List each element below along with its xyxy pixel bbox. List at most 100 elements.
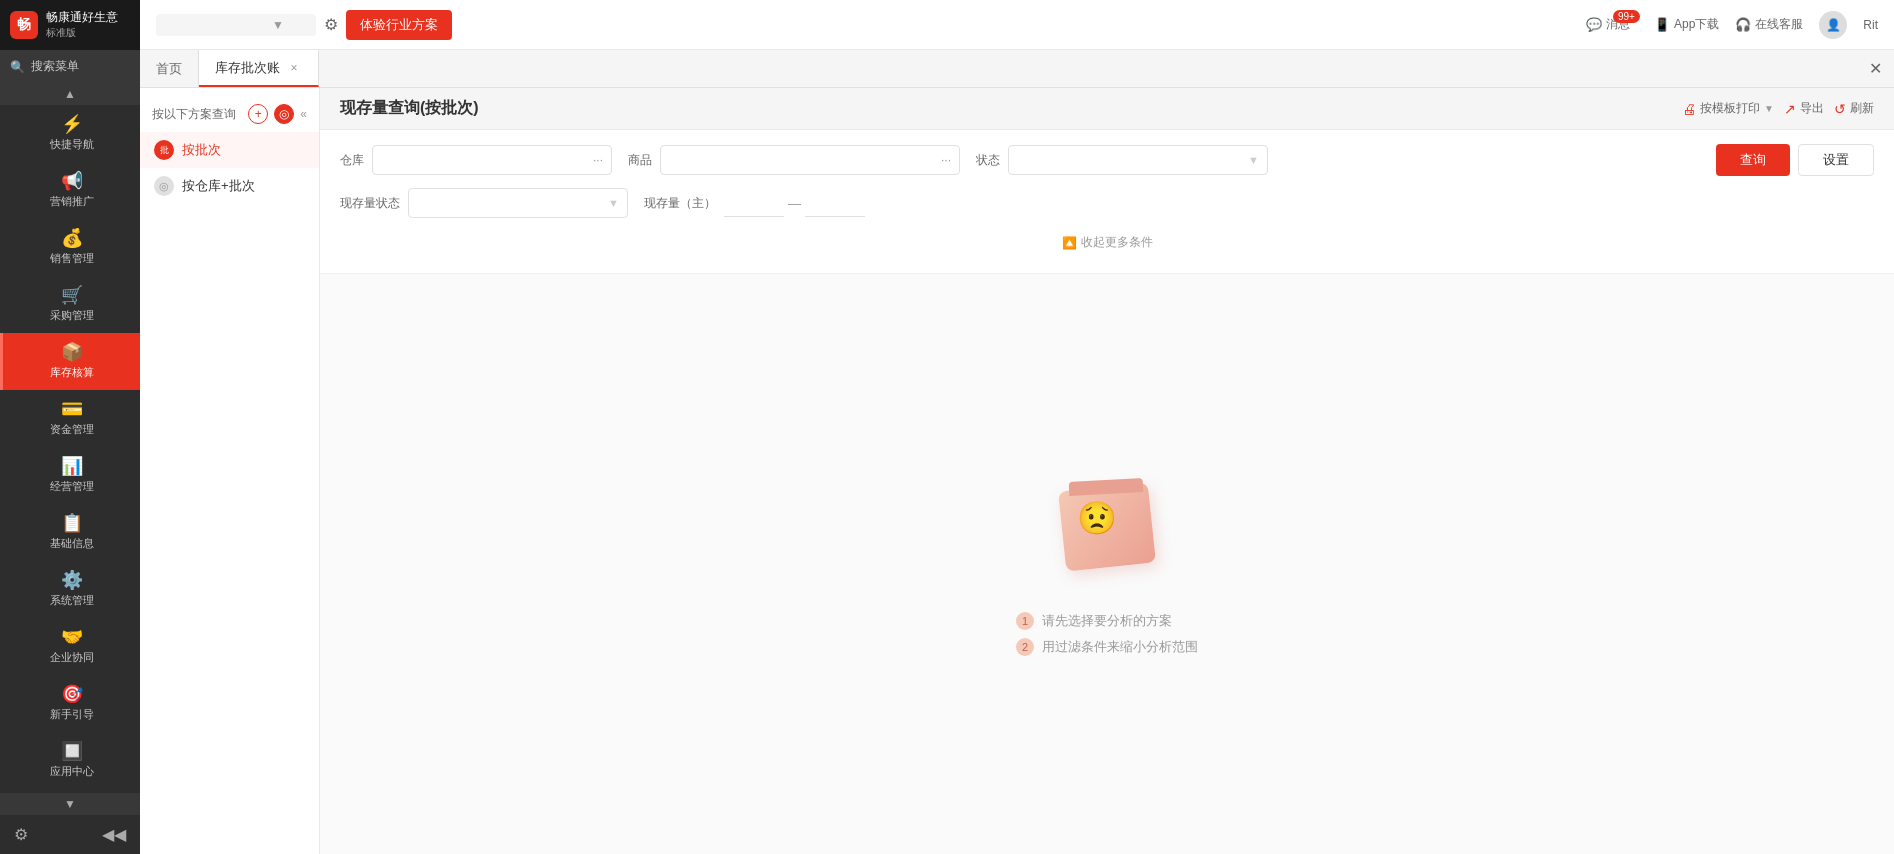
nav-label-purchase: 采购管理 xyxy=(50,308,94,323)
scheme-query-label: 按以下方案查询 xyxy=(152,106,236,123)
empty-hint-2: 2 用过滤条件来缩小分析范围 xyxy=(1016,638,1198,656)
sidebar-item-system[interactable]: ⚙️ 系统管理 xyxy=(0,561,140,618)
tab-panel-close-btn[interactable]: ✕ xyxy=(1857,59,1894,78)
right-content: 现存量查询(按批次) 🖨 按模板打印 ▼ ↗ 导出 ↺ 刷新 xyxy=(320,88,1894,854)
print-chevron-icon[interactable]: ▼ xyxy=(1764,103,1774,114)
add-scheme-btn[interactable]: + xyxy=(248,104,268,124)
settings-button[interactable]: 设置 xyxy=(1798,144,1874,176)
search-menu-label: 搜索菜单 xyxy=(31,58,79,75)
sidebar-item-marketing[interactable]: 📢 营销推广 xyxy=(0,162,140,219)
online-service-btn[interactable]: 🎧 在线客服 xyxy=(1735,16,1803,33)
sidebar-scroll-down[interactable]: ▼ xyxy=(0,793,140,815)
topbar-right: 💬 消息 99+ 📱 App下载 🎧 在线客服 👤 Rit xyxy=(1586,11,1878,39)
status-chevron-icon: ▼ xyxy=(1248,154,1259,166)
warehouse-input-box[interactable]: ··· xyxy=(372,145,612,175)
message-btn[interactable]: 💬 消息 99+ xyxy=(1586,16,1630,33)
qty-range: — xyxy=(724,189,884,217)
nav-label-operation: 经营管理 xyxy=(50,479,94,494)
sidebar-item-inventory[interactable]: 📦 库存核算 xyxy=(0,333,140,390)
scheme-by-warehouse-batch[interactable]: ◎ 按仓库+批次 xyxy=(140,168,319,204)
sidebar: 畅 畅康通好生意 标准版 🔍 搜索菜单 ▲ ⚡ 快捷导航 📢 营销推广 💰 销售… xyxy=(0,0,140,854)
collapse-panel-btn[interactable]: « xyxy=(300,107,307,121)
inventory-status-select[interactable]: ▼ xyxy=(408,188,628,218)
inventory-qty-filter-block: 现存量（主） — xyxy=(644,189,884,217)
refresh-icon: ↺ xyxy=(1834,101,1846,117)
message-badge: 99+ xyxy=(1613,10,1640,23)
basic-icon: 📋 xyxy=(61,514,83,532)
app-brand: 畅康通好生意 标准版 xyxy=(46,10,118,40)
warehouse-input[interactable] xyxy=(381,153,593,167)
phone-icon: 📱 xyxy=(1654,17,1670,32)
tab-home[interactable]: 首页 xyxy=(140,50,199,87)
refresh-btn[interactable]: ↺ 刷新 xyxy=(1834,100,1874,117)
app-logo: 畅 xyxy=(10,11,38,39)
target-scheme-btn[interactable]: ◎ xyxy=(274,104,294,124)
nav-label-inventory: 库存核算 xyxy=(50,365,94,380)
qty-max-input[interactable] xyxy=(805,189,865,217)
headset-icon: 🎧 xyxy=(1735,17,1751,32)
query-action-group: 查询 设置 xyxy=(1716,144,1874,176)
page-header: 现存量查询(按批次) 🖨 按模板打印 ▼ ↗ 导出 ↺ 刷新 xyxy=(320,88,1894,130)
empty-hint-1: 1 请先选择要分析的方案 xyxy=(1016,612,1172,630)
topbar-search-input[interactable] xyxy=(166,18,266,32)
topbar: ▼ ⚙ 体验行业方案 💬 消息 99+ 📱 App下载 🎧 在线客服 👤 Rit xyxy=(140,0,1894,50)
purchase-icon: 🛒 xyxy=(61,286,83,304)
inventory-icon: 📦 xyxy=(61,343,83,361)
sidebar-search[interactable]: 🔍 搜索菜单 xyxy=(0,50,140,83)
sidebar-item-basic[interactable]: 📋 基础信息 xyxy=(0,504,140,561)
finance-icon: 💳 xyxy=(61,400,83,418)
sidebar-item-sales[interactable]: 💰 销售管理 xyxy=(0,219,140,276)
warehouse-more-icon[interactable]: ··· xyxy=(593,153,603,167)
goods-input[interactable] xyxy=(669,153,941,167)
topbar-chevron-icon[interactable]: ▼ xyxy=(272,18,284,32)
sidebar-scroll-up[interactable]: ▲ xyxy=(0,83,140,105)
sales-icon: 💰 xyxy=(61,229,83,247)
export-label: 导出 xyxy=(1800,100,1824,117)
topbar-gear-icon[interactable]: ⚙ xyxy=(324,15,338,34)
scheme-batch-label: 按批次 xyxy=(182,141,221,159)
status-label: 状态 xyxy=(976,152,1000,169)
qty-min-input[interactable] xyxy=(724,189,784,217)
hint-num-2: 2 xyxy=(1016,638,1034,656)
collapse-sidebar-icon[interactable]: ◀◀ xyxy=(102,825,126,844)
sidebar-footer: ⚙ ◀◀ xyxy=(0,815,140,854)
goods-more-icon[interactable]: ··· xyxy=(941,153,951,167)
collapse-filters-btn[interactable]: 🔼 收起更多条件 xyxy=(340,226,1874,259)
quick-nav-icon: ⚡ xyxy=(61,115,83,133)
sidebar-item-app-center[interactable]: 🔲 应用中心 xyxy=(0,732,140,789)
inventory-status-filter-block: 现存量状态 ▼ xyxy=(340,188,628,218)
export-btn[interactable]: ↗ 导出 xyxy=(1784,100,1824,117)
status-select[interactable]: ▼ xyxy=(1008,145,1268,175)
tab-inventory-batch[interactable]: 库存批次账 × xyxy=(199,50,319,87)
inventory-qty-label: 现存量（主） xyxy=(644,195,716,212)
goods-input-box[interactable]: ··· xyxy=(660,145,960,175)
sidebar-item-enterprise[interactable]: 🤝 企业协同 xyxy=(0,618,140,675)
sidebar-item-newbie[interactable]: 🎯 新手引导 xyxy=(0,675,140,732)
print-btn[interactable]: 🖨 按模板打印 ▼ xyxy=(1682,100,1774,117)
sidebar-item-finance[interactable]: 💳 资金管理 xyxy=(0,390,140,447)
app-download-btn[interactable]: 📱 App下载 xyxy=(1654,16,1719,33)
sidebar-item-operation[interactable]: 📊 经营管理 xyxy=(0,447,140,504)
service-label: 在线客服 xyxy=(1755,16,1803,33)
trial-button[interactable]: 体验行业方案 xyxy=(346,10,452,40)
query-button[interactable]: 查询 xyxy=(1716,144,1790,176)
sidebar-item-purchase[interactable]: 🛒 采购管理 xyxy=(0,276,140,333)
sidebar-header: 畅 畅康通好生意 标准版 xyxy=(0,0,140,50)
scheme-warehouse-batch-label: 按仓库+批次 xyxy=(182,177,255,195)
message-icon: 💬 xyxy=(1586,17,1602,32)
collapse-filters-label: 收起更多条件 xyxy=(1081,234,1153,251)
scheme-by-batch[interactable]: 批 按批次 xyxy=(140,132,319,168)
sidebar-item-quick-nav[interactable]: ⚡ 快捷导航 xyxy=(0,105,140,162)
search-icon: 🔍 xyxy=(10,60,25,74)
tabbar: 首页 库存批次账 × ✕ xyxy=(140,50,1894,88)
filter-area: 仓库 ··· 商品 ··· 状态 xyxy=(320,130,1894,274)
nav-label-newbie: 新手引导 xyxy=(50,707,94,722)
user-avatar[interactable]: 👤 xyxy=(1819,11,1847,39)
settings-icon[interactable]: ⚙ xyxy=(14,825,28,844)
hint-text-1: 请先选择要分析的方案 xyxy=(1042,612,1172,630)
topbar-search-wrap[interactable]: ▼ xyxy=(156,14,316,36)
home-tab-label: 首页 xyxy=(156,60,182,78)
hint-num-1: 1 xyxy=(1016,612,1034,630)
brand-sub: 标准版 xyxy=(46,26,118,40)
tab-close-icon[interactable]: × xyxy=(286,60,302,76)
